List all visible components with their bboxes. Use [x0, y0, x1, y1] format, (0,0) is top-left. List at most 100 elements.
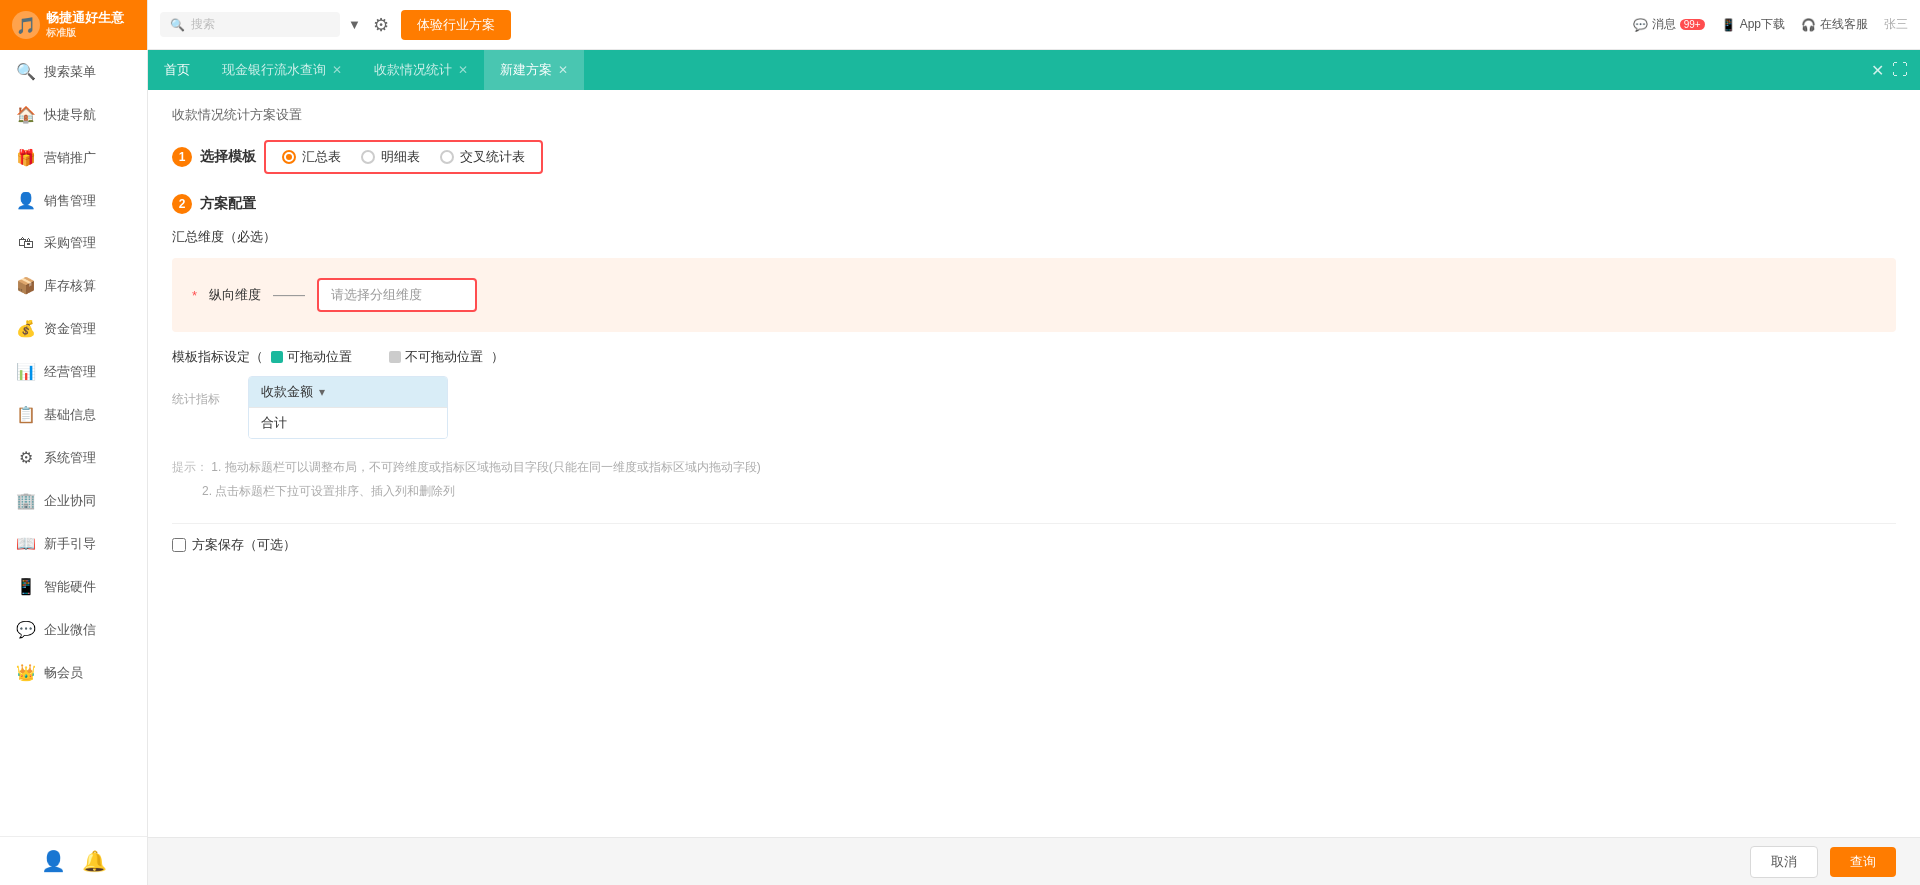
sidebar-item-smart-hardware[interactable]: 📱 智能硬件 [0, 565, 147, 608]
required-star: * [192, 288, 197, 303]
dimension-row: * 纵向维度 —— 请选择分组维度 [192, 278, 1876, 312]
crown-icon: 👑 [16, 663, 36, 682]
tips-title: 提示： [172, 460, 208, 474]
tab-collection-stats-close[interactable]: ✕ [458, 63, 468, 77]
sidebar-item-marketing[interactable]: 🎁 营销推广 [0, 136, 147, 179]
tab-collection-stats[interactable]: 收款情况统计 ✕ [358, 50, 484, 90]
notification-badge: 99+ [1680, 19, 1705, 30]
radio-summary-label: 汇总表 [302, 148, 341, 166]
metrics-header-row[interactable]: 收款金额 ▾ [249, 377, 447, 407]
sidebar-item-sales[interactable]: 👤 销售管理 [0, 179, 147, 222]
config-section: 汇总维度（必选） * 纵向维度 —— 请选择分组维度 模板指标设定（ [172, 228, 1896, 503]
step2-num: 2 [172, 194, 192, 214]
bell-footer-icon[interactable]: 🔔 [82, 849, 107, 873]
save-option-label: 方案保存（可选） [192, 536, 296, 554]
money-icon: 💰 [16, 319, 36, 338]
sidebar-item-member[interactable]: 👑 畅会员 [0, 651, 147, 694]
save-checkbox[interactable] [172, 538, 186, 552]
query-button[interactable]: 查询 [1830, 847, 1896, 877]
sidebar-item-label: 采购管理 [44, 234, 96, 252]
header-right: 💬 消息 99+ 📱 App下载 🎧 在线客服 张三 [1633, 16, 1908, 33]
sidebar-item-enterprise-wechat[interactable]: 💬 企业微信 [0, 608, 147, 651]
sidebar-item-inventory[interactable]: 📦 库存核算 [0, 264, 147, 307]
notification-label: 消息 [1652, 16, 1676, 33]
sidebar-item-label: 快捷导航 [44, 106, 96, 124]
download-icon: 📱 [1721, 18, 1736, 32]
gear-icon: ⚙ [16, 448, 36, 467]
sidebar-item-label: 营销推广 [44, 149, 96, 167]
building-icon: 🏢 [16, 491, 36, 510]
sidebar-item-label: 企业微信 [44, 621, 96, 639]
radio-crosstab[interactable]: 交叉统计表 [440, 148, 525, 166]
sidebar-item-enterprise-collab[interactable]: 🏢 企业协同 [0, 479, 147, 522]
dimension-placeholder: 请选择分组维度 [331, 287, 422, 302]
sidebar-item-basic-info[interactable]: 📋 基础信息 [0, 393, 147, 436]
tab-bank-flow-label: 现金银行流水查询 [222, 61, 326, 79]
sidebar-logo: 🎵 畅捷通好生意 标准版 [0, 0, 147, 50]
radio-summary[interactable]: 汇总表 [282, 148, 341, 166]
metrics-config-separator [364, 348, 377, 366]
shopping-icon: 🛍 [16, 234, 36, 252]
tab-home[interactable]: 首页 [148, 50, 206, 90]
close-window-icon[interactable]: ✕ [1871, 61, 1884, 80]
toggle-draggable-label: 可拖动位置 [287, 348, 352, 366]
vertical-dimension-label: 纵向维度 [209, 286, 261, 304]
home-icon: 🏠 [16, 105, 36, 124]
user-footer-icon[interactable]: 👤 [41, 849, 66, 873]
sidebar: 🎵 畅捷通好生意 标准版 🔍 搜索菜单 🏠 快捷导航 🎁 营销推广 👤 销售管理… [0, 0, 148, 885]
header-search-box[interactable]: 🔍 搜索 [160, 12, 340, 37]
tab-bar: 首页 现金银行流水查询 ✕ 收款情况统计 ✕ 新建方案 ✕ ✕ ⛶ [148, 50, 1920, 90]
toggle-draggable-dot [271, 351, 283, 363]
user-icon: 👤 [16, 191, 36, 210]
radio-detail[interactable]: 明细表 [361, 148, 420, 166]
gift-icon: 🎁 [16, 148, 36, 167]
step1-section: 1 选择模板 汇总表 明细表 交叉统计表 [172, 140, 1896, 174]
sidebar-item-system[interactable]: ⚙ 系统管理 [0, 436, 147, 479]
toggle-nondraggable-label: 不可拖动位置 [405, 348, 483, 366]
stats-label-area: 统计指标 [172, 376, 232, 439]
dimension-label: 汇总维度（必选） [172, 228, 1896, 246]
sidebar-item-purchase[interactable]: 🛍 采购管理 [0, 222, 147, 264]
radio-detail-circle [361, 150, 375, 164]
settings-icon[interactable]: ⚙ [373, 14, 389, 36]
app-download-item[interactable]: 📱 App下载 [1721, 16, 1785, 33]
breadcrumb: 收款情况统计方案设置 [172, 106, 1896, 124]
maximize-icon[interactable]: ⛶ [1892, 61, 1908, 79]
dropdown-icon[interactable]: ▼ [348, 17, 361, 32]
sidebar-item-search[interactable]: 🔍 搜索菜单 [0, 50, 147, 93]
content-area: 收款情况统计方案设置 1 选择模板 汇总表 明细表 交 [148, 90, 1920, 837]
tab-home-label: 首页 [164, 61, 190, 79]
cancel-button[interactable]: 取消 [1750, 846, 1818, 878]
trial-button[interactable]: 体验行业方案 [401, 10, 511, 40]
clipboard-icon: 📋 [16, 405, 36, 424]
radio-crosstab-label: 交叉统计表 [460, 148, 525, 166]
dimension-area: * 纵向维度 —— 请选择分组维度 [172, 258, 1896, 332]
toggle-draggable[interactable]: 可拖动位置 [271, 348, 352, 366]
sidebar-item-label: 资金管理 [44, 320, 96, 338]
sidebar-footer: 👤 🔔 [0, 836, 147, 885]
app-sub: 标准版 [46, 26, 124, 40]
metrics-config-label-suffix: ） [491, 348, 504, 366]
sidebar-item-newbie-guide[interactable]: 📖 新手引导 [0, 522, 147, 565]
sidebar-item-label: 系统管理 [44, 449, 96, 467]
step1-header: 1 选择模板 汇总表 明细表 交叉统计表 [172, 140, 1896, 174]
logo-icon: 🎵 [12, 11, 40, 39]
radio-summary-circle [282, 150, 296, 164]
radio-crosstab-circle [440, 150, 454, 164]
tab-new-plan[interactable]: 新建方案 ✕ [484, 50, 584, 90]
sidebar-item-finance[interactable]: 💰 资金管理 [0, 307, 147, 350]
tabs-actions: ✕ ⛶ [1871, 61, 1920, 80]
notification-item[interactable]: 💬 消息 99+ [1633, 16, 1705, 33]
dimension-select[interactable]: 请选择分组维度 [317, 278, 477, 312]
toggle-nondraggable[interactable]: 不可拖动位置 [389, 348, 483, 366]
sidebar-item-quick-nav[interactable]: 🏠 快捷导航 [0, 93, 147, 136]
user-name: 张三 [1884, 16, 1908, 33]
step2-title: 方案配置 [200, 195, 256, 213]
headset-icon: 🎧 [1801, 18, 1816, 32]
tab-bank-flow-close[interactable]: ✕ [332, 63, 342, 77]
sidebar-item-operations[interactable]: 📊 经营管理 [0, 350, 147, 393]
tab-bank-flow[interactable]: 现金银行流水查询 ✕ [206, 50, 358, 90]
online-service-label: 在线客服 [1820, 16, 1868, 33]
online-service-item[interactable]: 🎧 在线客服 [1801, 16, 1868, 33]
tab-new-plan-close[interactable]: ✕ [558, 63, 568, 77]
